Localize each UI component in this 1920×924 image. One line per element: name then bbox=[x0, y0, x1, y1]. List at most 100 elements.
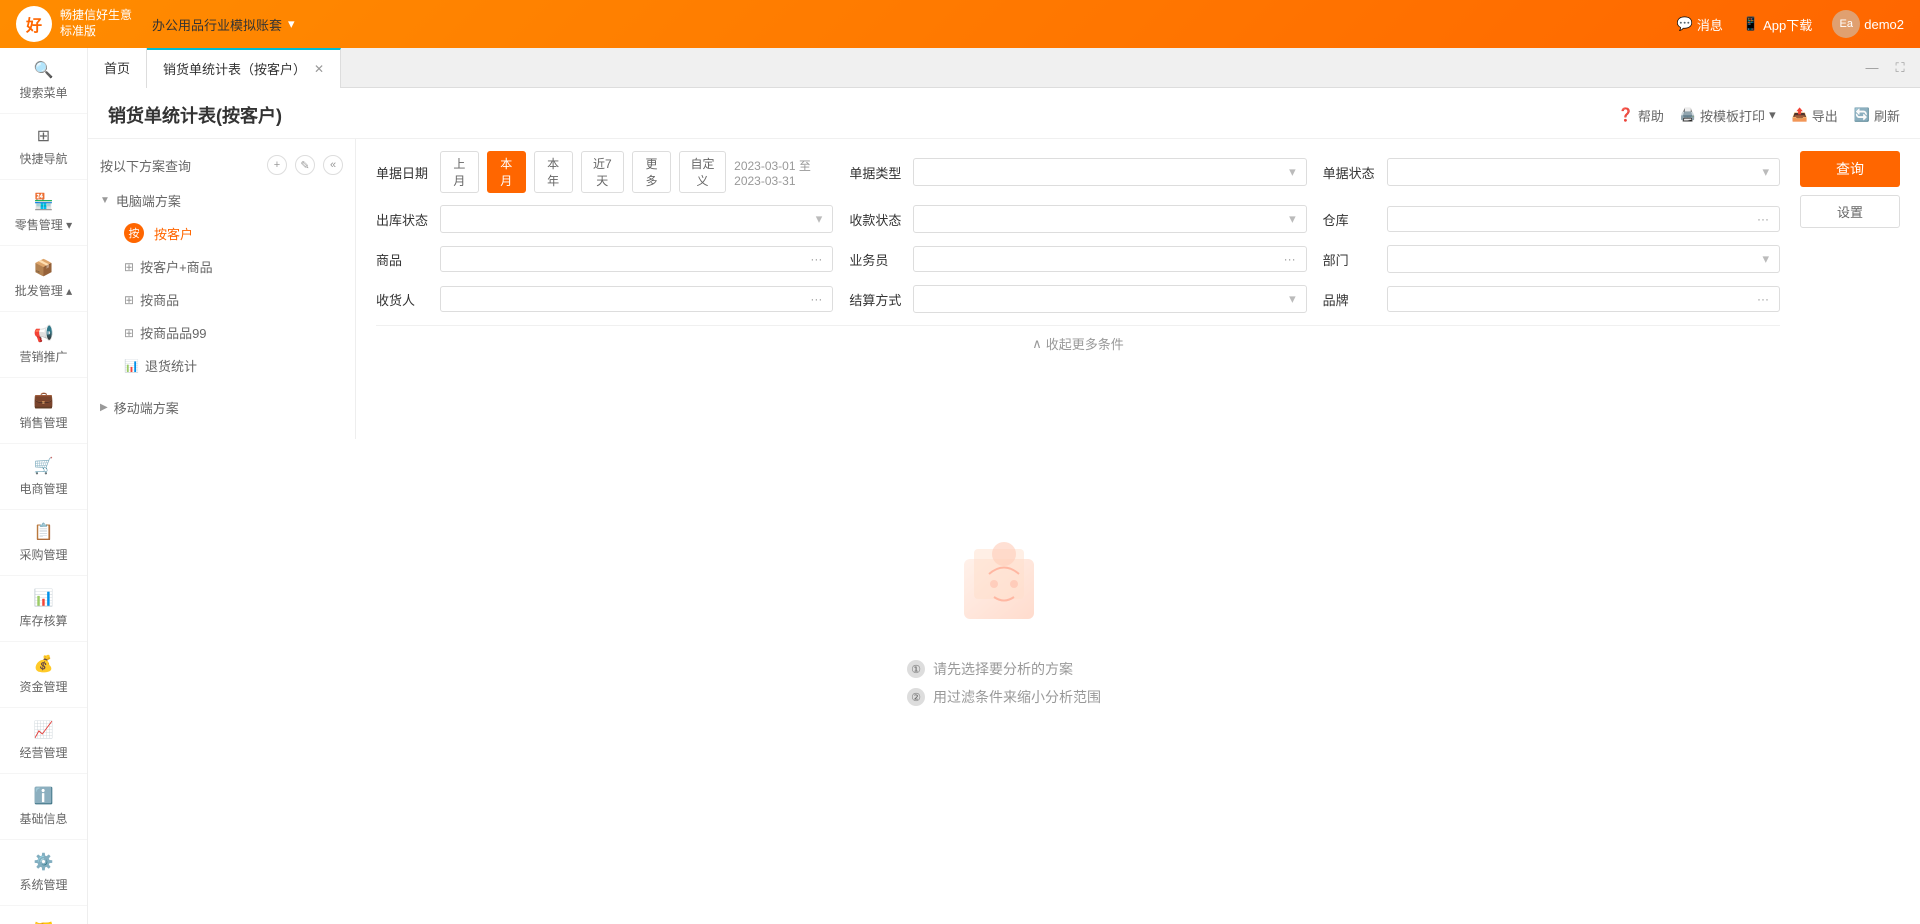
payment-status-select[interactable]: ▾ bbox=[913, 205, 1306, 233]
sidebar-item-system[interactable]: ⚙️ 系统管理 bbox=[0, 840, 87, 906]
grid-icon-2: ⊞ bbox=[124, 293, 134, 307]
scheme-collapse-btn[interactable]: « bbox=[323, 155, 343, 175]
scheme-add-btn[interactable]: + bbox=[267, 155, 287, 175]
page-title: 销货单统计表(按客户) bbox=[108, 102, 282, 128]
date-filter-item: 单据日期 上月 本月 本年 近7天 更多 自定义 bbox=[376, 151, 833, 193]
refresh-btn[interactable]: 🔄 刷新 bbox=[1854, 106, 1900, 125]
scheme-edit-btn[interactable]: ✎ bbox=[295, 155, 315, 175]
payment-status-item: 收款状态 ▾ bbox=[849, 205, 1306, 233]
tip-2: ② 用过滤条件来缩小分析范围 bbox=[907, 687, 1101, 707]
sidebar-item-sales[interactable]: 💼 销售管理 bbox=[0, 378, 87, 444]
out-status-item: 出库状态 ▾ bbox=[376, 205, 833, 233]
date-btn-this-year[interactable]: 本年 bbox=[534, 151, 573, 193]
help-icon: ❓ bbox=[1618, 107, 1634, 123]
type-select[interactable]: ▾ bbox=[913, 158, 1306, 186]
brand-ellipsis: ··· bbox=[1757, 292, 1769, 306]
date-btn-this-month[interactable]: 本月 bbox=[487, 151, 526, 193]
purchase-icon: 📋 bbox=[4, 522, 83, 542]
query-button[interactable]: 查询 bbox=[1800, 151, 1900, 187]
scheme-item-by-customer[interactable]: 按 按客户 bbox=[88, 216, 355, 250]
print-btn[interactable]: 🖨️ 按模板打印 ▾ bbox=[1680, 106, 1776, 125]
brand-item: 品牌 ··· bbox=[1323, 286, 1780, 312]
ecom-icon: 🛒 bbox=[4, 456, 83, 476]
type-filter-item: 单据类型 ▾ bbox=[849, 158, 1306, 186]
type-label: 单据类型 bbox=[849, 163, 905, 182]
scheme-actions: + ✎ « bbox=[267, 155, 343, 175]
sidebar-item-finance[interactable]: 💰 资金管理 bbox=[0, 642, 87, 708]
product-control[interactable]: ··· bbox=[440, 246, 833, 272]
tab-home[interactable]: 首页 bbox=[88, 48, 147, 88]
sidebar-item-retail[interactable]: 🏪 零售管理 ▾ bbox=[0, 180, 87, 246]
sidebar-item-quick-nav[interactable]: ⊞ 快捷导航 bbox=[0, 114, 87, 180]
scheme-item-by-customer-product[interactable]: ⊞ 按客户+商品 bbox=[88, 250, 355, 283]
top-bar-center: 办公用品行业模拟账套 ▾ bbox=[132, 15, 1677, 34]
dept-item: 部门 ▾ bbox=[1323, 245, 1780, 273]
dept-label: 部门 bbox=[1323, 250, 1379, 269]
marketing-icon: 📢 bbox=[4, 324, 83, 344]
salesperson-ellipsis: ··· bbox=[1284, 252, 1296, 266]
sidebar-item-inventory[interactable]: 📊 库存核算 bbox=[0, 576, 87, 642]
logo-icon: 好 bbox=[16, 6, 52, 42]
consignee-item: 收货人 ··· bbox=[376, 286, 833, 312]
filter-row-2: 出库状态 ▾ 收款状态 bbox=[376, 205, 1780, 233]
export-btn[interactable]: 📤 导出 bbox=[1792, 106, 1838, 125]
warehouse-control[interactable]: ··· bbox=[1387, 206, 1780, 232]
date-btn-last-month[interactable]: 上月 bbox=[440, 151, 479, 193]
help-btn[interactable]: ❓ 帮助 bbox=[1618, 106, 1664, 125]
brand-control[interactable]: ··· bbox=[1387, 286, 1780, 312]
scheme-item-refund[interactable]: 📊 退货统计 bbox=[88, 349, 355, 382]
date-range: 2023-03-01 至 2023-03-31 bbox=[734, 157, 833, 188]
date-btn-more[interactable]: 更多 bbox=[632, 151, 671, 193]
content-area: 首页 销货单统计表（按客户） ✕ — ⛶ 销货单统计表(按客户) bbox=[88, 48, 1920, 924]
sidebar-item-ecom[interactable]: 🛒 电商管理 bbox=[0, 444, 87, 510]
scheme-mobile-group: ▶ 移动端方案 bbox=[88, 386, 355, 429]
tab-close-btn[interactable]: ✕ bbox=[314, 62, 324, 76]
message-btn[interactable]: 💬 消息 bbox=[1677, 15, 1723, 34]
scheme-mobile-group-header[interactable]: ▶ 移动端方案 bbox=[100, 392, 343, 423]
desktop-group-arrow: ▼ bbox=[100, 195, 110, 206]
sidebar-item-wholesale[interactable]: 📦 批发管理 ▴ bbox=[0, 246, 87, 312]
sidebar-item-purchase[interactable]: 📋 采购管理 bbox=[0, 510, 87, 576]
filter-area: 单据日期 上月 本月 本年 近7天 更多 自定义 bbox=[356, 139, 1800, 373]
status-filter-item: 单据状态 ▾ bbox=[1323, 158, 1780, 186]
collapse-btn[interactable]: ∧ 收起更多条件 bbox=[1032, 334, 1124, 353]
basic-icon: ℹ️ bbox=[4, 786, 83, 806]
warehouse-label: 仓库 bbox=[1323, 210, 1379, 229]
grid-icon-3: ⊞ bbox=[124, 326, 134, 340]
sidebar-item-basic[interactable]: ℹ️ 基础信息 bbox=[0, 774, 87, 840]
dept-select[interactable]: ▾ bbox=[1387, 245, 1780, 273]
date-btn-7days[interactable]: 近7天 bbox=[581, 151, 625, 193]
scheme-item-by-product[interactable]: ⊞ 按商品 bbox=[88, 283, 355, 316]
settlement-select[interactable]: ▾ bbox=[913, 285, 1306, 313]
tab-minimize-btn[interactable]: — bbox=[1860, 56, 1884, 80]
tab-maximize-btn[interactable]: ⛶ bbox=[1888, 56, 1912, 80]
app-download-btn[interactable]: 📱 App下载 bbox=[1743, 15, 1812, 34]
product-ellipsis: ··· bbox=[810, 252, 822, 266]
salesperson-item: 业务员 ··· bbox=[849, 246, 1306, 272]
page-header: 销货单统计表(按客户) ❓ 帮助 🖨️ 按模板打印 ▾ 📤 bbox=[88, 88, 1920, 139]
buttons-col: 查询 设置 bbox=[1800, 139, 1920, 439]
print-dropdown-icon: ▾ bbox=[1769, 107, 1776, 123]
sidebar-item-marketing[interactable]: 📢 营销推广 bbox=[0, 312, 87, 378]
status-select[interactable]: ▾ bbox=[1387, 158, 1780, 186]
sidebar-item-operation[interactable]: 📈 经营管理 bbox=[0, 708, 87, 774]
user-avatar-area[interactable]: Ea demo2 bbox=[1832, 10, 1904, 38]
tab-bar: 首页 销货单统计表（按客户） ✕ — ⛶ bbox=[88, 48, 1920, 88]
settings-button[interactable]: 设置 bbox=[1800, 195, 1900, 228]
salesperson-control[interactable]: ··· bbox=[913, 246, 1306, 272]
sidebar-item-enterprise[interactable]: 🤝 企业协同 bbox=[0, 906, 87, 924]
status-label: 单据状态 bbox=[1323, 163, 1379, 182]
collapse-row: ∧ 收起更多条件 bbox=[376, 325, 1780, 361]
tab-sales-stat[interactable]: 销货单统计表（按客户） ✕ bbox=[147, 48, 341, 88]
out-status-select[interactable]: ▾ bbox=[440, 205, 833, 233]
scheme-desktop-group-header[interactable]: ▼ 电脑端方案 bbox=[88, 185, 355, 216]
inventory-icon: 📊 bbox=[4, 588, 83, 608]
empty-tips: ① 请先选择要分析的方案 ② 用过滤条件来缩小分析范围 bbox=[907, 659, 1101, 715]
consignee-control[interactable]: ··· bbox=[440, 286, 833, 312]
retail-icon: 🏪 bbox=[4, 192, 83, 212]
consignee-label: 收货人 bbox=[376, 290, 432, 309]
date-btn-custom[interactable]: 自定义 bbox=[679, 151, 726, 193]
title-dropdown[interactable]: ▾ bbox=[288, 16, 295, 32]
sidebar-item-search-menu[interactable]: 🔍 搜索菜单 bbox=[0, 48, 87, 114]
scheme-item-by-product-99[interactable]: ⊞ 按商品品99 bbox=[88, 316, 355, 349]
